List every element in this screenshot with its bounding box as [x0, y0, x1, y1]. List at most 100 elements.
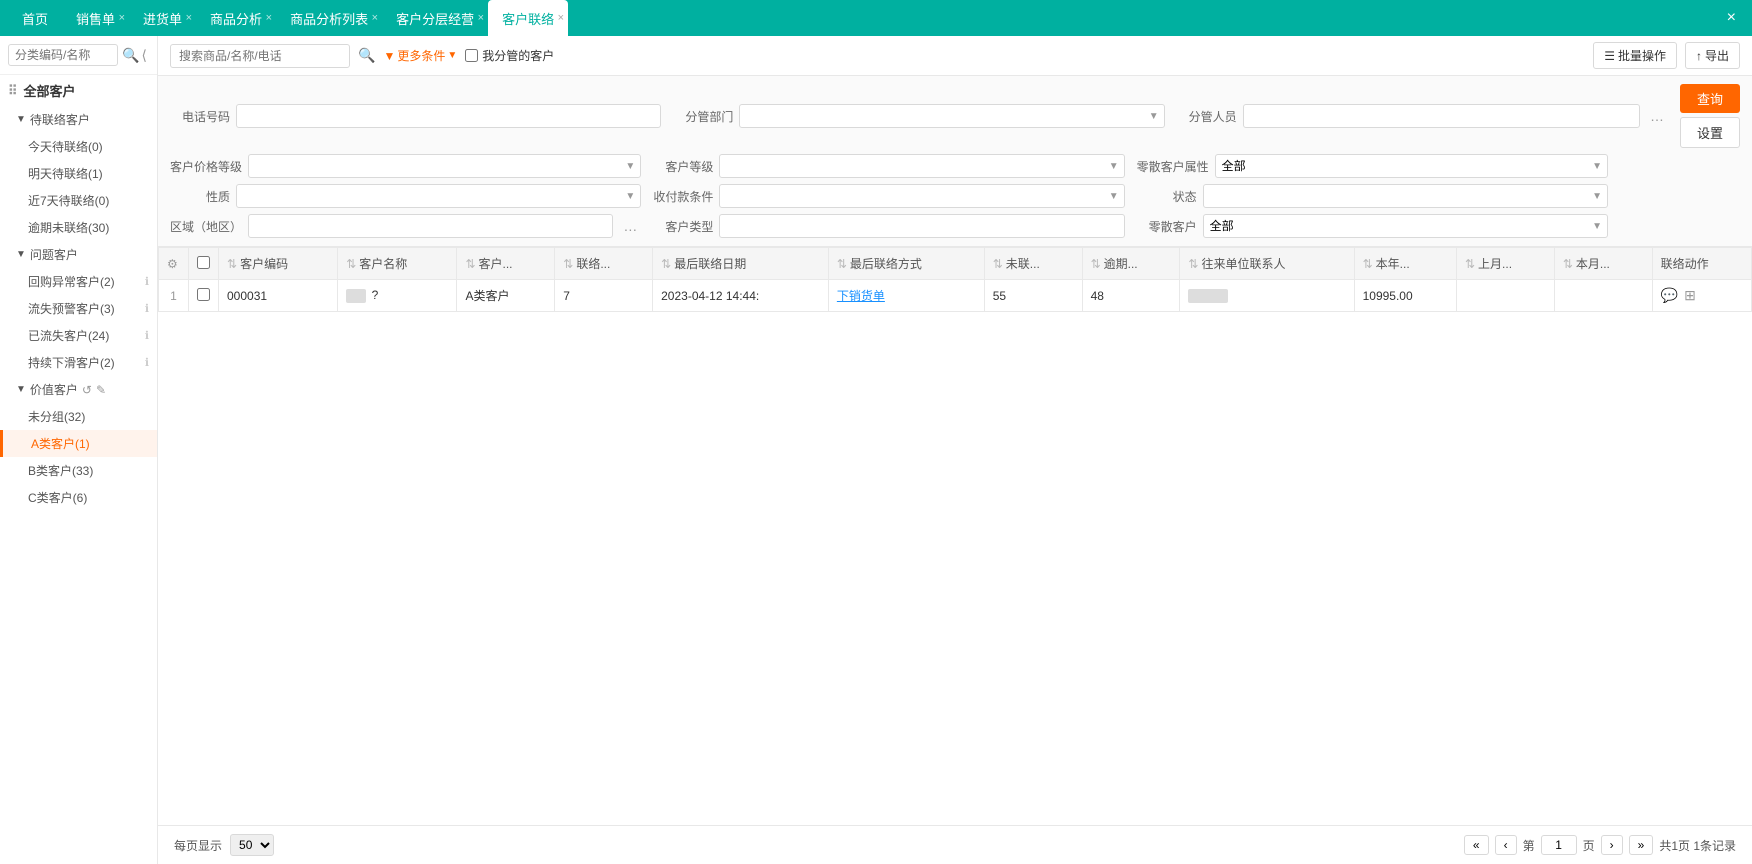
sidebar-all-customers[interactable]: ⠿ 全部客户	[0, 75, 157, 106]
sidebar-collapse-btn[interactable]: ⟨	[140, 47, 149, 64]
sidebar-item-class-a[interactable]: A类客户(1)	[0, 430, 157, 457]
sidebar-item-declining[interactable]: 持续下滑客户(2) ℹ	[0, 349, 157, 376]
dept-select[interactable]	[739, 104, 1164, 128]
sidebar-search-icon[interactable]: 🔍	[122, 47, 139, 64]
sidebar-item-churned[interactable]: 已流失客户(24) ℹ	[0, 322, 157, 349]
nature-select[interactable]	[236, 184, 641, 208]
th-this-month[interactable]: ⇅ 本月...	[1554, 248, 1652, 280]
query-btn[interactable]: 查询	[1680, 84, 1740, 113]
top-navigation: 首页 销售单 × 进货单 × 商品分析 × 商品分析列表 × 客户分层经营 × …	[0, 0, 1752, 36]
chat-icon[interactable]: 💬	[1661, 287, 1678, 304]
sidebar-item-churn-warning[interactable]: 流失预警客户(3) ℹ	[0, 295, 157, 322]
adv-filter-row-4: 区域（地区） … 客户类型 零散客户 全部 ▼	[170, 214, 1740, 238]
sidebar-item-tomorrow[interactable]: 明天待联络(1)	[0, 160, 157, 187]
batch-ops-btn[interactable]: ☰ 批量操作	[1593, 42, 1677, 69]
more-conditions-btn[interactable]: ▼ 更多条件 ▼	[383, 47, 457, 64]
my-customers-checkbox[interactable]	[465, 49, 478, 62]
edit-icon[interactable]: ✎	[96, 383, 106, 397]
th-not-contacted[interactable]: ⇅ 未联...	[984, 248, 1082, 280]
th-unit-contact[interactable]: ⇅ 往来单位联系人	[1180, 248, 1354, 280]
th-checkbox[interactable]	[189, 248, 219, 280]
nature-select-wrapper: ▼	[236, 184, 641, 208]
th-category[interactable]: ⇅ 客户...	[457, 248, 555, 280]
th-code[interactable]: ⇅ 客户编码	[219, 248, 338, 280]
th-contact[interactable]: ⇅ 联络...	[555, 248, 653, 280]
sidebar-item-today-label: 今天待联络(0)	[28, 138, 103, 155]
payment-select[interactable]	[719, 184, 1124, 208]
nav-tab-customer-contact-label: 客户联络	[502, 9, 554, 28]
th-last-month[interactable]: ⇅ 上月...	[1456, 248, 1554, 280]
sidebar-item-class-c-label: C类客户(6)	[28, 489, 87, 506]
row-last-method-link[interactable]: 下销货单	[837, 289, 885, 303]
nav-tab-customer-contact-close[interactable]: ×	[558, 12, 564, 24]
nav-tab-product-analysis-close[interactable]: ×	[266, 12, 272, 24]
select-all-checkbox[interactable]	[197, 256, 210, 269]
customer-level-select[interactable]	[719, 154, 1124, 178]
row-checkbox-cell[interactable]	[189, 280, 219, 312]
manager-dots-btn[interactable]: …	[1646, 108, 1668, 124]
th-name[interactable]: ⇅ 客户名称	[338, 248, 457, 280]
row-checkbox[interactable]	[197, 288, 210, 301]
window-close-btn[interactable]: ×	[1719, 9, 1744, 27]
nav-tab-purchase-close[interactable]: ×	[186, 12, 192, 24]
payment-label: 收付款条件	[653, 188, 713, 205]
nav-tab-product-list-close[interactable]: ×	[372, 12, 378, 24]
nav-tab-customer-contact[interactable]: 客户联络 ×	[488, 0, 568, 36]
th-last-date[interactable]: ⇅ 最后联络日期	[653, 248, 829, 280]
status-select[interactable]	[1203, 184, 1608, 208]
my-customers-filter[interactable]: 我分管的客户	[465, 47, 554, 64]
page-size-select[interactable]: 50	[230, 834, 274, 856]
price-level-select[interactable]	[248, 154, 641, 178]
sidebar-item-7days[interactable]: 近7天待联络(0)	[0, 187, 157, 214]
prev-page-btn[interactable]: ‹	[1495, 835, 1517, 855]
retail-customer-select[interactable]: 全部	[1203, 214, 1608, 238]
last-page-btn[interactable]: »	[1629, 835, 1654, 855]
page-number-input[interactable]	[1541, 835, 1577, 855]
sidebar-item-class-c[interactable]: C类客户(6)	[0, 484, 157, 511]
th-current-year[interactable]: ⇅ 本年...	[1354, 248, 1456, 280]
nav-home[interactable]: 首页	[8, 0, 62, 36]
sidebar-item-today[interactable]: 今天待联络(0)	[0, 133, 157, 160]
th-last-method[interactable]: ⇅ 最后联络方式	[828, 248, 984, 280]
sidebar-item-repurchase[interactable]: 回购异常客户(2) ℹ	[0, 268, 157, 295]
refresh-icon[interactable]: ↺	[82, 383, 92, 397]
manager-input[interactable]	[1243, 104, 1640, 128]
sidebar-group-value[interactable]: ▼ 价值客户 ↺ ✎	[0, 376, 157, 403]
region-input[interactable]	[248, 214, 613, 238]
main-search-btn[interactable]: 🔍	[358, 47, 375, 64]
export-btn[interactable]: ↑ 导出	[1685, 42, 1740, 69]
nav-tab-sales[interactable]: 销售单 ×	[62, 0, 129, 36]
grid-icon[interactable]: ⊞	[1684, 287, 1696, 304]
sidebar-search-input[interactable]	[8, 44, 118, 66]
info-icon-3: ℹ	[145, 329, 149, 342]
th-category-sort-icon: ⇅	[465, 257, 475, 271]
next-page-btn[interactable]: ›	[1601, 835, 1623, 855]
sidebar-group-problem[interactable]: ▼ 问题客户	[0, 241, 157, 268]
region-dots-btn[interactable]: …	[619, 218, 641, 234]
th-overdue[interactable]: ⇅ 逾期...	[1082, 248, 1180, 280]
first-page-btn[interactable]: «	[1464, 835, 1489, 855]
retail-attr-select[interactable]: 全部	[1215, 154, 1608, 178]
nav-tab-product-analysis[interactable]: 商品分析 ×	[196, 0, 276, 36]
gear-icon[interactable]: ⚙	[167, 257, 178, 271]
phone-input[interactable]	[236, 104, 661, 128]
nav-tab-customer-seg-close[interactable]: ×	[478, 12, 484, 24]
th-last-month-sort-icon: ⇅	[1465, 257, 1475, 271]
pagination-right: « ‹ 第 页 › » 共1页 1条记录	[1464, 835, 1736, 855]
setting-btn[interactable]: 设置	[1680, 117, 1740, 148]
nav-tab-customer-seg[interactable]: 客户分层经营 ×	[382, 0, 488, 36]
nav-tab-purchase[interactable]: 进货单 ×	[129, 0, 196, 36]
sidebar-item-ungrouped[interactable]: 未分组(32)	[0, 403, 157, 430]
row-overdue: 48	[1082, 280, 1180, 312]
nav-tab-sales-close[interactable]: ×	[119, 12, 125, 24]
sidebar-item-class-b[interactable]: B类客户(33)	[0, 457, 157, 484]
sidebar-group-pending[interactable]: ▼ 待联络客户	[0, 106, 157, 133]
row-no: 1	[159, 280, 189, 312]
nav-tab-product-list[interactable]: 商品分析列表 ×	[276, 0, 382, 36]
row-code: 000031	[219, 280, 338, 312]
customer-type-input[interactable]	[719, 214, 1124, 238]
row-last-method[interactable]: 下销货单	[828, 280, 984, 312]
main-search-input[interactable]	[170, 44, 350, 68]
sidebar-item-overdue[interactable]: 逾期未联络(30)	[0, 214, 157, 241]
th-gear[interactable]: ⚙	[159, 248, 189, 280]
